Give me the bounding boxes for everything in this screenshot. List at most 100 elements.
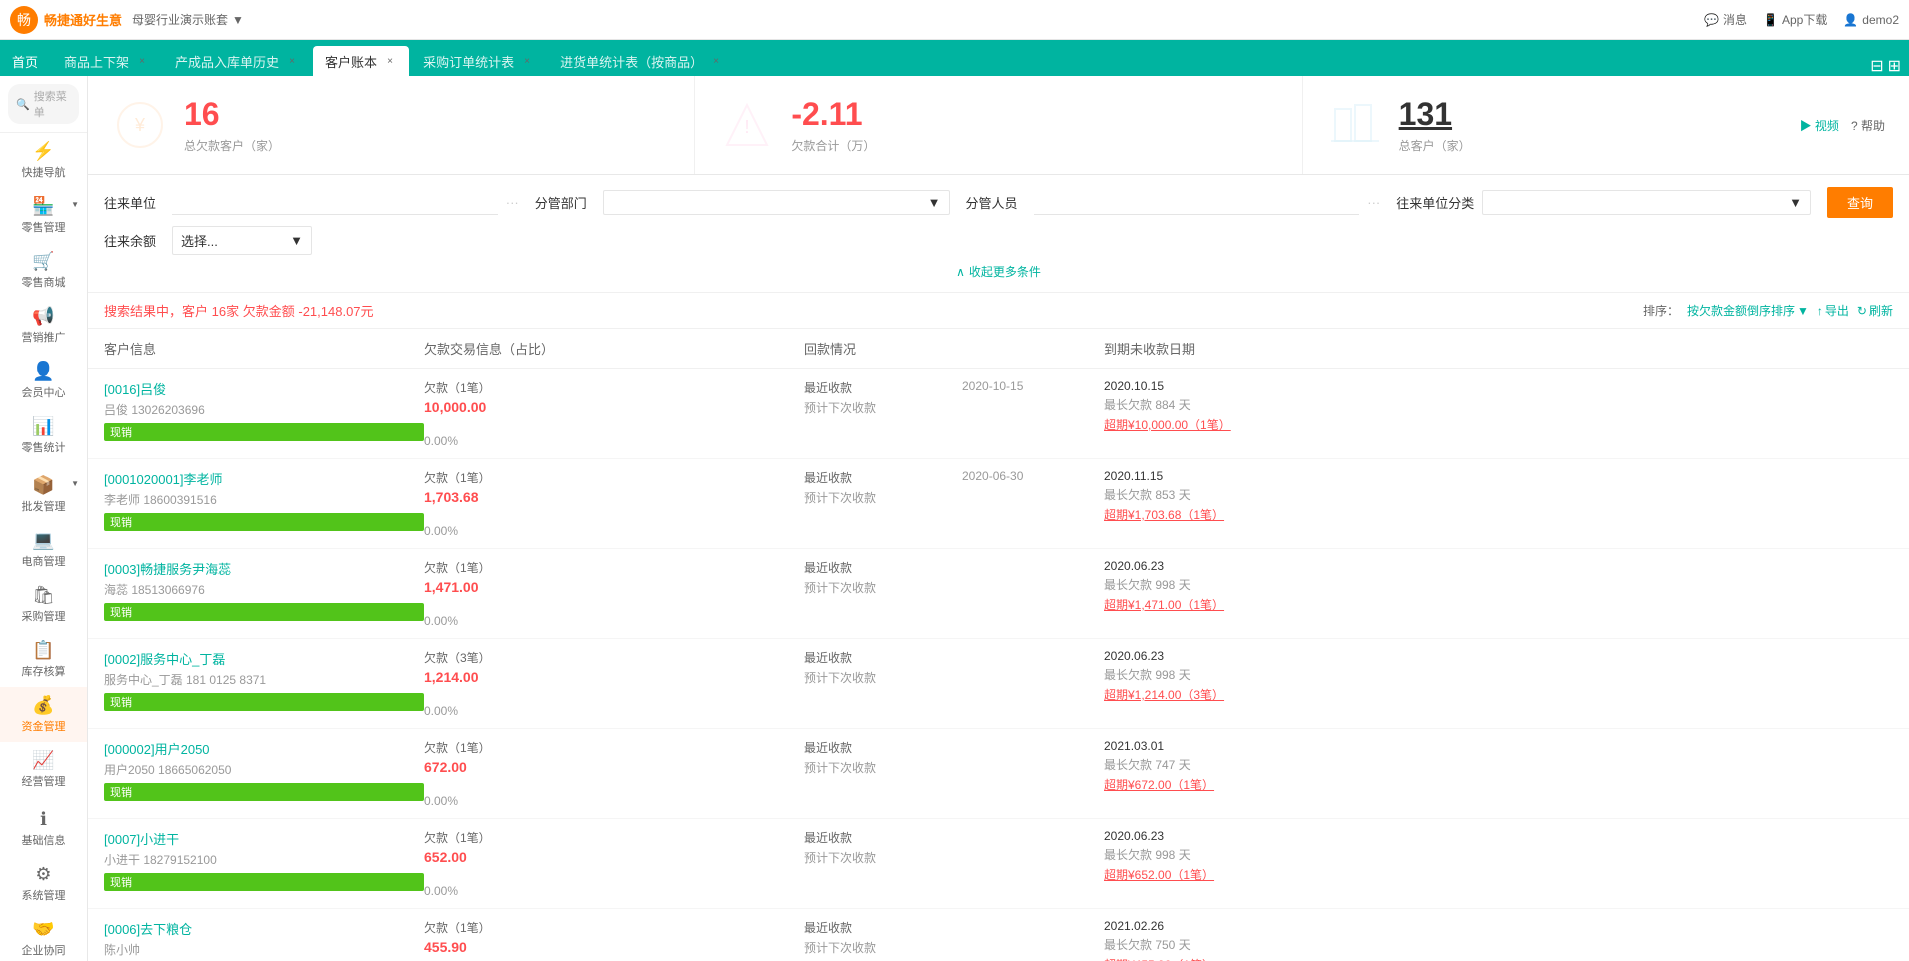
stat-card-1: ¥ 16 总欠款客户（家）	[88, 76, 695, 174]
store-selector[interactable]: 母婴行业演示账套 ▼	[132, 11, 244, 28]
tab-product-status-label: 商品上下架	[64, 52, 129, 71]
customer-name-2[interactable]: [0003]畅捷服务尹海蕊	[104, 559, 424, 578]
debt-amount-4[interactable]: 672.00	[424, 759, 804, 775]
sidebar-item-enterprise[interactable]: 🤝 企业协同	[0, 911, 87, 961]
debt-count-0: 欠款（1笔）	[424, 379, 804, 396]
export-button[interactable]: ↑ 导出	[1817, 302, 1849, 319]
overdue-days-4: 最长欠款 747 天	[1104, 756, 1893, 773]
sort-label: 排序：	[1643, 302, 1679, 319]
ecommerce-icon: 💻	[32, 530, 54, 551]
customer-phone-2: 海蕊 18513066976	[104, 581, 424, 598]
search-icon: 🔍	[16, 98, 30, 111]
filter-select-2[interactable]: ▼	[603, 190, 950, 215]
filter-more-toggle[interactable]: ∧ 收起更多条件	[104, 263, 1893, 280]
video-button[interactable]: ▶ 视频	[1800, 117, 1839, 134]
sidebar-search-area[interactable]: 🔍 搜索菜单	[0, 76, 87, 133]
tab-purchase-order-close[interactable]: ×	[520, 54, 534, 68]
customer-tag-4: 现销	[104, 783, 424, 801]
sidebar-item-retail-mall[interactable]: 🛒 零售商城	[0, 243, 87, 298]
customer-name-5[interactable]: [0007]小进干	[104, 829, 424, 848]
sort-button[interactable]: 按欠款金额倒序排序 ▼	[1687, 302, 1809, 319]
tab-product-status-close[interactable]: ×	[135, 54, 149, 68]
overdue-amount-5[interactable]: 超期¥652.00（1笔）	[1104, 866, 1893, 883]
tab-production-history[interactable]: 产成品入库单历史 ×	[163, 46, 311, 76]
results-customer-count: 16家	[212, 304, 239, 319]
filter-select-5[interactable]: 选择... ▼	[172, 226, 312, 255]
table-row: [0007]小进干 小进干 18279152100 现销 欠款（1笔） 652.…	[88, 819, 1909, 909]
debt-count-5: 欠款（1笔）	[424, 829, 804, 846]
chevron-down-icon-5: ▼	[290, 233, 303, 248]
overdue-amount-4[interactable]: 超期¥672.00（1笔）	[1104, 776, 1893, 793]
filter-input-3-dots: ···	[1367, 195, 1380, 210]
marketing-icon: 📢	[32, 306, 54, 327]
overdue-amount-2[interactable]: 超期¥1,471.00（1笔）	[1104, 596, 1893, 613]
sidebar-item-system[interactable]: ⚙ 系统管理	[0, 856, 87, 911]
filter-input-3[interactable]	[1034, 191, 1360, 215]
debt-amount-5[interactable]: 652.00	[424, 849, 804, 865]
filter-item-4: 往来单位分类 ▼	[1396, 190, 1811, 215]
stat-1-label: 总欠款客户（家）	[184, 137, 280, 154]
sidebar-item-purchase-mgmt[interactable]: 🛍 采购管理	[0, 577, 87, 632]
overdue-amount-1[interactable]: 超期¥1,703.68（1笔）	[1104, 506, 1893, 523]
customer-name-3[interactable]: [0002]服务中心_丁磊	[104, 649, 424, 668]
sidebar-item-inventory[interactable]: 📋 库存核算	[0, 632, 87, 687]
last-collect-date-4	[962, 739, 1104, 756]
tab-customer-account-close[interactable]: ×	[383, 54, 397, 68]
search-button[interactable]: 查询	[1827, 187, 1893, 218]
customer-name-0[interactable]: [0016]吕俊	[104, 379, 424, 398]
sidebar-item-basic-info-label: 基础信息	[22, 832, 66, 848]
customer-name-1[interactable]: [0001020001]李老师	[104, 469, 424, 488]
tab-purchase-stats-close[interactable]: ×	[709, 54, 723, 68]
purchase-mgmt-icon: 🛍	[32, 585, 55, 606]
filter-select-4[interactable]: ▼	[1482, 190, 1811, 215]
tab-expand-icon[interactable]: ⊞	[1888, 56, 1901, 76]
tab-purchase-order[interactable]: 采购订单统计表 ×	[411, 46, 546, 76]
stat-3-value: 131	[1399, 96, 1471, 133]
debt-percent-0: 0.00%	[424, 434, 804, 448]
last-collect-date-0: 2020-10-15	[962, 379, 1104, 396]
sidebar-item-ops-mgmt[interactable]: 📈 经营管理	[0, 742, 87, 797]
tab-home[interactable]: 首页	[0, 46, 50, 76]
debt-amount-3[interactable]: 1,214.00	[424, 669, 804, 685]
next-collect-3: 预计下次收款	[804, 669, 1104, 686]
debt-percent-1: 0.00%	[424, 524, 804, 538]
sidebar-item-marketing[interactable]: 📢 营销推广	[0, 298, 87, 353]
app-download-button[interactable]: 📱 App下载	[1763, 11, 1827, 28]
customer-name-4[interactable]: [000002]用户2050	[104, 739, 424, 758]
tab-production-history-close[interactable]: ×	[285, 54, 299, 68]
debt-amount-0[interactable]: 10,000.00	[424, 399, 804, 415]
user-avatar[interactable]: 👤 demo2	[1843, 13, 1899, 27]
refresh-button[interactable]: ↻ 刷新	[1857, 302, 1893, 319]
overdue-days-6: 最长欠款 750 天	[1104, 936, 1893, 953]
tab-purchase-stats[interactable]: 进货单统计表（按商品） ×	[548, 46, 735, 76]
customer-name-6[interactable]: [0006]去下粮仓	[104, 919, 424, 938]
chevron-down-icon-2: ▼	[928, 195, 941, 210]
sidebar-item-member[interactable]: 👤 会员中心	[0, 353, 87, 408]
message-button[interactable]: 💬 消息	[1704, 11, 1747, 28]
help-button[interactable]: ? 帮助	[1851, 117, 1885, 134]
sidebar-item-retail-mgmt[interactable]: 🏪 零售管理	[0, 188, 87, 243]
sidebar-item-basic-info[interactable]: ℹ 基础信息	[0, 801, 87, 856]
overdue-amount-3[interactable]: 超期¥1,214.00（3笔）	[1104, 686, 1893, 703]
tab-customer-account[interactable]: 客户账本 ×	[313, 46, 409, 76]
filter-item-5: 往来余额 选择... ▼	[104, 226, 1893, 255]
table-row: [0006]去下粮仓 陈小帅 现销 欠款（1笔） 455.90 0.00% 最近…	[88, 909, 1909, 961]
debt-info-3: 欠款（3笔） 1,214.00 0.00%	[424, 649, 804, 718]
overdue-date-2: 2020.06.23	[1104, 559, 1893, 573]
inventory-icon: 📋	[32, 640, 54, 661]
debt-amount-1[interactable]: 1,703.68	[424, 489, 804, 505]
sidebar-item-finance[interactable]: 💰 资金管理	[0, 687, 87, 742]
debt-amount-2[interactable]: 1,471.00	[424, 579, 804, 595]
sidebar-item-batch-mgmt[interactable]: 📦 批发管理	[0, 467, 87, 522]
overdue-amount-0[interactable]: 超期¥10,000.00（1笔）	[1104, 416, 1893, 433]
tab-product-status[interactable]: 商品上下架 ×	[52, 46, 161, 76]
overdue-amount-6[interactable]: 超期¥455.90（1笔）	[1104, 956, 1893, 961]
sidebar-item-quick-nav[interactable]: ⚡ 快捷导航	[0, 133, 87, 188]
sidebar-item-retail-stats[interactable]: 📊 零售统计	[0, 408, 87, 463]
logo: 畅 畅捷通好生意	[10, 6, 122, 34]
debt-amount-6[interactable]: 455.90	[424, 939, 804, 955]
sidebar-item-ecommerce[interactable]: 💻 电商管理	[0, 522, 87, 577]
tab-collapse-icon[interactable]: ⊟	[1870, 56, 1883, 76]
col-header-customer: 客户信息	[104, 339, 424, 358]
filter-input-1[interactable]	[172, 191, 498, 215]
